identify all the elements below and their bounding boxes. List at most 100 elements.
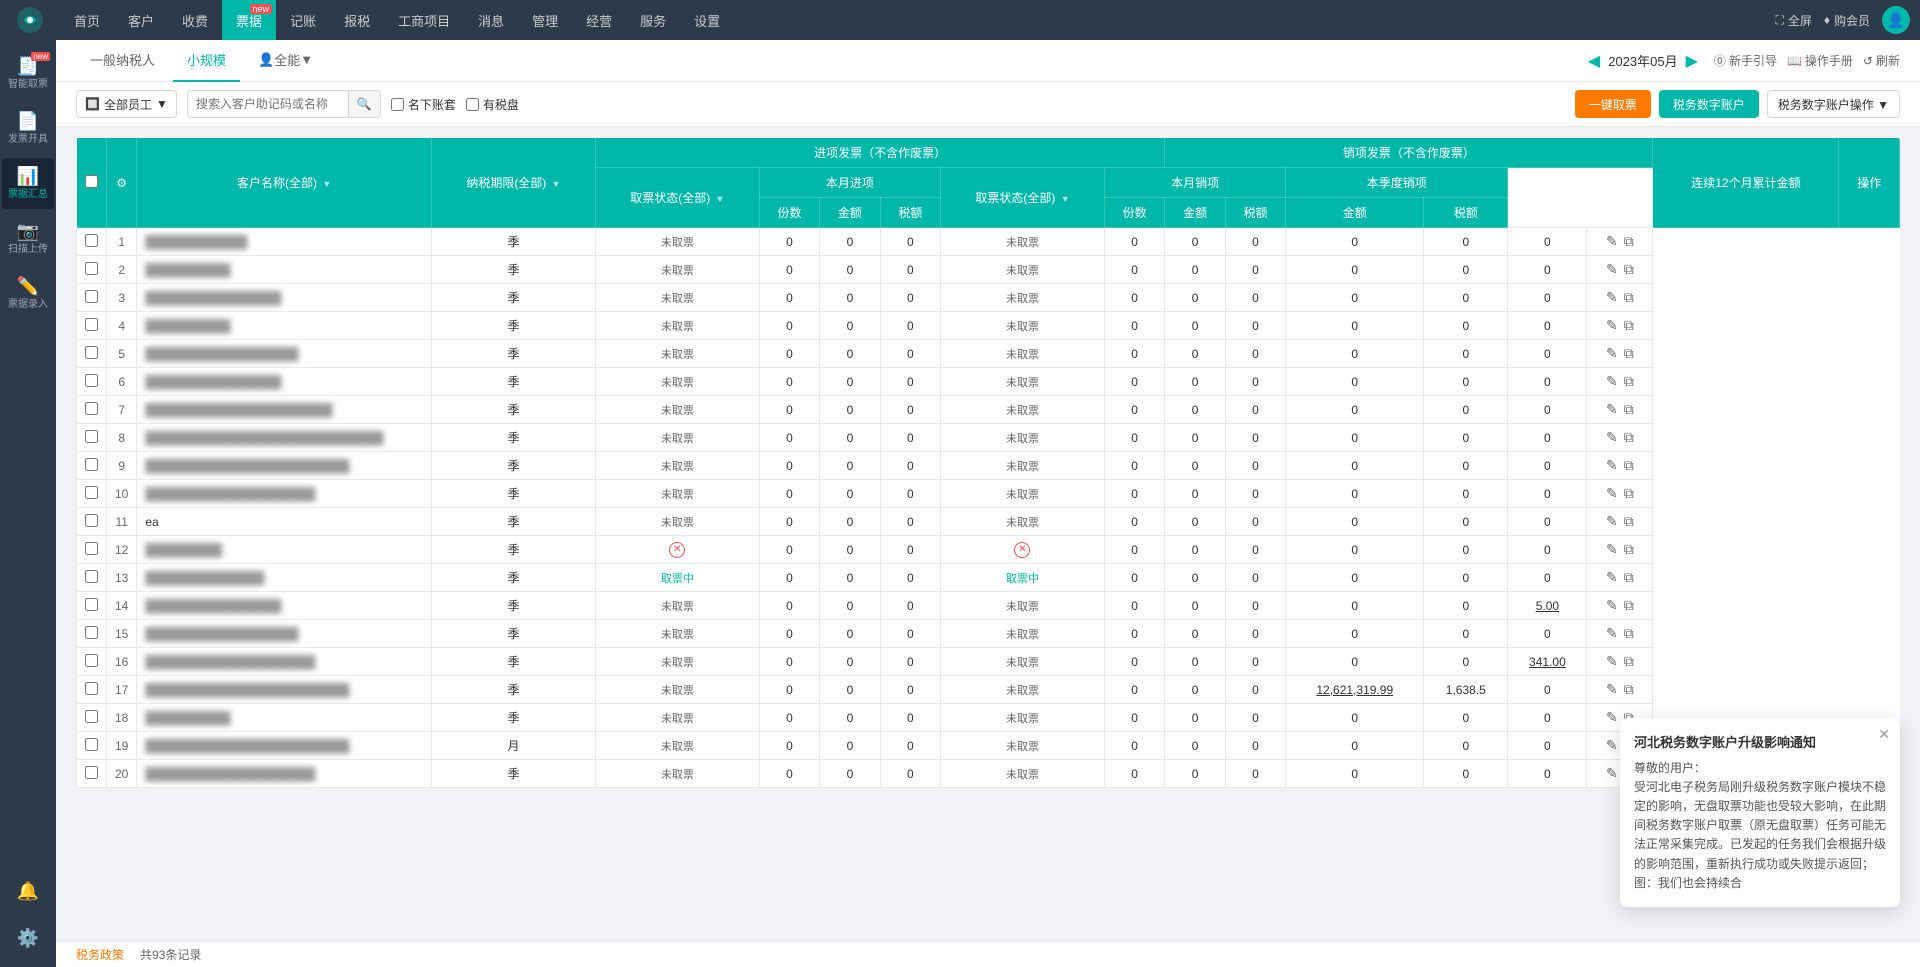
row-checkbox[interactable] <box>85 738 98 751</box>
edit-icon[interactable]: ✎ <box>1606 345 1618 362</box>
has-tax-disk-checkbox[interactable]: 有税盘 <box>466 96 519 113</box>
sidebar-item-smart-invoice[interactable]: new 🧾 智能取票 <box>2 48 54 99</box>
sidebar-item-invoice-entry[interactable]: ✏️ 票据录入 <box>2 268 54 319</box>
tab-general-taxpayer[interactable]: 一般纳税人 <box>76 40 169 82</box>
new-guide-button[interactable]: ⓪ 新手引导 <box>1714 52 1777 69</box>
app-logo[interactable] <box>10 0 50 40</box>
edit-icon[interactable]: ✎ <box>1606 681 1618 698</box>
next-month-button[interactable]: ▶ <box>1686 51 1698 71</box>
copy-icon[interactable]: ⧉ <box>1624 317 1634 334</box>
notification-close-button[interactable]: ✕ <box>1878 726 1890 743</box>
copy-icon[interactable]: ⧉ <box>1624 513 1634 530</box>
copy-icon[interactable]: ⧉ <box>1624 261 1634 278</box>
row-checkbox[interactable] <box>85 290 98 303</box>
row-checkbox[interactable] <box>85 766 98 779</box>
user-avatar[interactable]: 👤 <box>1882 6 1910 34</box>
row-checkbox[interactable] <box>85 458 98 471</box>
sidebar-item-invoice-summary[interactable]: 📊 票据汇总 <box>2 158 54 209</box>
under-account-checkbox[interactable]: 名下账套 <box>391 96 456 113</box>
sidebar-item-invoice-issue[interactable]: 📄 发票开具 <box>2 103 54 154</box>
nav-invoice[interactable]: 票据 new <box>222 0 276 40</box>
copy-icon[interactable]: ⧉ <box>1624 457 1634 474</box>
row-checkbox[interactable] <box>85 682 98 695</box>
sidebar-item-notification[interactable]: 🔔 <box>2 873 54 912</box>
row-checkbox[interactable] <box>85 430 98 443</box>
copy-icon[interactable]: ⧉ <box>1624 653 1634 670</box>
edit-icon[interactable]: ✎ <box>1606 457 1618 474</box>
tax-policy-link[interactable]: 税务政策 <box>76 946 124 963</box>
nav-settings[interactable]: 设置 <box>680 0 734 40</box>
tab-all[interactable]: 👤 全能 ▼ <box>244 40 327 82</box>
nav-tax[interactable]: 报税 <box>330 0 384 40</box>
row-checkbox[interactable] <box>85 486 98 499</box>
copy-icon[interactable]: ⧉ <box>1624 569 1634 586</box>
row-checkbox[interactable] <box>85 626 98 639</box>
copy-icon[interactable]: ⧉ <box>1624 485 1634 502</box>
edit-icon[interactable]: ✎ <box>1606 569 1618 586</box>
select-all-checkbox[interactable] <box>85 175 98 188</box>
edit-icon[interactable]: ✎ <box>1606 317 1618 334</box>
row-checkbox[interactable] <box>85 234 98 247</box>
copy-icon[interactable]: ⧉ <box>1624 373 1634 390</box>
copy-icon[interactable]: ⧉ <box>1624 429 1634 446</box>
edit-icon[interactable]: ✎ <box>1606 401 1618 418</box>
edit-icon[interactable]: ✎ <box>1606 653 1618 670</box>
edit-icon[interactable]: ✎ <box>1606 737 1618 754</box>
nav-fee[interactable]: 收费 <box>168 0 222 40</box>
member-button[interactable]: ♦ 购会员 <box>1824 12 1870 29</box>
edit-icon[interactable]: ✎ <box>1606 485 1618 502</box>
edit-icon[interactable]: ✎ <box>1606 541 1618 558</box>
copy-icon[interactable]: ⧉ <box>1624 233 1634 250</box>
nav-service[interactable]: 服务 <box>626 0 680 40</box>
nav-customer[interactable]: 客户 <box>114 0 168 40</box>
search-input[interactable] <box>188 97 348 111</box>
nav-bookkeeping[interactable]: 记账 <box>276 0 330 40</box>
row-checkbox[interactable] <box>85 542 98 555</box>
row-checkbox[interactable] <box>85 402 98 415</box>
digital-account-button[interactable]: 税务数字账户 <box>1659 90 1759 118</box>
copy-icon[interactable]: ⧉ <box>1624 541 1634 558</box>
edit-icon[interactable]: ✎ <box>1606 765 1618 782</box>
row-checkbox[interactable] <box>85 514 98 527</box>
nav-operation[interactable]: 经营 <box>572 0 626 40</box>
edit-icon[interactable]: ✎ <box>1606 429 1618 446</box>
edit-icon[interactable]: ✎ <box>1606 289 1618 306</box>
nav-management[interactable]: 管理 <box>518 0 572 40</box>
edit-icon[interactable]: ✎ <box>1606 261 1618 278</box>
sidebar-item-settings[interactable]: ⚙️ <box>2 920 54 959</box>
row-checkbox[interactable] <box>85 318 98 331</box>
copy-icon[interactable]: ⧉ <box>1624 625 1634 642</box>
sidebar-item-scan-upload[interactable]: 📷 扫描上传 <box>2 213 54 264</box>
copy-icon[interactable]: ⧉ <box>1624 681 1634 698</box>
one-click-invoice-button[interactable]: 一键取票 <box>1575 90 1651 118</box>
popup-resize-handle[interactable] <box>1886 893 1900 907</box>
row-checkbox[interactable] <box>85 570 98 583</box>
row-checkbox[interactable] <box>85 598 98 611</box>
search-button[interactable]: 🔍 <box>348 90 380 118</box>
copy-icon[interactable]: ⧉ <box>1624 597 1634 614</box>
copy-icon[interactable]: ⧉ <box>1624 401 1634 418</box>
edit-icon[interactable]: ✎ <box>1606 709 1618 726</box>
edit-icon[interactable]: ✎ <box>1606 513 1618 530</box>
copy-icon[interactable]: ⧉ <box>1624 345 1634 362</box>
edit-icon[interactable]: ✎ <box>1606 233 1618 250</box>
manual-button[interactable]: 📖 操作手册 <box>1787 52 1853 69</box>
nav-message[interactable]: 消息 <box>464 0 518 40</box>
nav-home[interactable]: 首页 <box>60 0 114 40</box>
nav-business[interactable]: 工商项目 <box>384 0 464 40</box>
refresh-button[interactable]: ↺ 刷新 <box>1863 52 1900 69</box>
copy-icon[interactable]: ⧉ <box>1624 289 1634 306</box>
row-checkbox[interactable] <box>85 710 98 723</box>
edit-icon[interactable]: ✎ <box>1606 373 1618 390</box>
digital-account-ops-button[interactable]: 税务数字账户操作 ▼ <box>1767 90 1900 118</box>
row-checkbox[interactable] <box>85 262 98 275</box>
fullscreen-button[interactable]: ⛶ 全屏 <box>1775 12 1811 29</box>
tab-small-scale[interactable]: 小规模 <box>173 40 240 82</box>
edit-icon[interactable]: ✎ <box>1606 597 1618 614</box>
row-checkbox[interactable] <box>85 374 98 387</box>
row-checkbox[interactable] <box>85 654 98 667</box>
row-checkbox[interactable] <box>85 346 98 359</box>
edit-icon[interactable]: ✎ <box>1606 625 1618 642</box>
employee-select[interactable]: 🔲 全部员工 ▼ <box>76 90 177 118</box>
prev-month-button[interactable]: ◀ <box>1588 51 1600 71</box>
